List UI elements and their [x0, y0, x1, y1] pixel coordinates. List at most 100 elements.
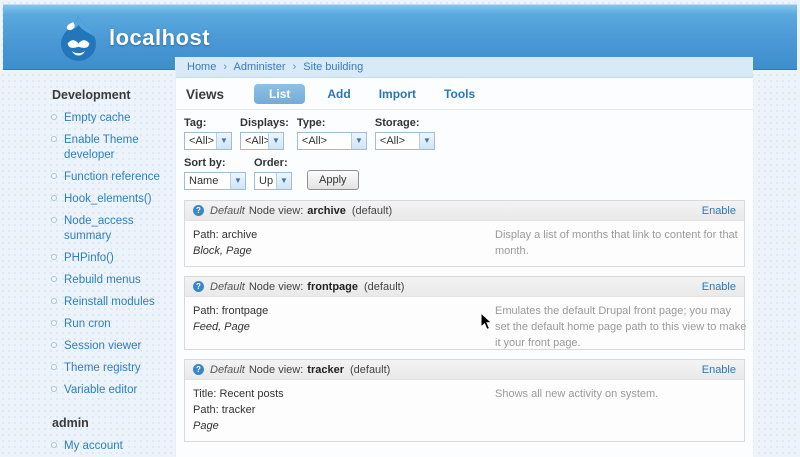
help-icon[interactable]: ?	[193, 364, 204, 375]
view-kind: Node view:	[248, 363, 304, 376]
filter-type-label: Type:	[296, 117, 326, 129]
filter-tag-value: <All>	[189, 135, 215, 147]
views-filters: Tag: <All> ▼ Displays: <All> ▼ Type: <All>…	[176, 110, 753, 200]
content-panel: Home › Administer › Site building Views …	[175, 57, 753, 457]
sidebar-item-theme-registry[interactable]: Theme registry	[38, 361, 176, 376]
view-row-archive: ? Default Node view: archive (default) E…	[184, 200, 745, 267]
tab-add[interactable]: Add	[327, 87, 350, 101]
sidebar-item-label: PHPinfo()	[64, 252, 114, 264]
sidebar-item-variable-editor[interactable]: Variable editor	[38, 383, 176, 398]
sidebar-section-development: Development	[52, 88, 131, 102]
tab-tools[interactable]: Tools	[444, 87, 475, 101]
bullet-icon	[51, 217, 57, 223]
sidebar-item-my-account[interactable]: My account	[38, 439, 176, 454]
sidebar-item-label: Session viewer	[64, 340, 142, 352]
view-description: Emulates the default Drupal front page; …	[495, 305, 747, 349]
filter-order-value: Up	[259, 175, 274, 187]
filter-displays: Displays: <All> ▼	[240, 117, 289, 150]
help-icon[interactable]: ?	[193, 281, 204, 292]
bullet-icon	[51, 364, 57, 370]
sidebar-item-label: Variable editor	[64, 384, 138, 396]
chevron-down-icon: ▼	[276, 173, 291, 189]
view-default-badge: (default)	[351, 204, 393, 217]
sidebar-item-label: Node_access summary	[64, 215, 134, 242]
sidebar: Development Empty cache Enable Theme dev…	[0, 70, 175, 457]
sidebar-item-rebuild-menus[interactable]: Rebuild menus	[38, 273, 176, 288]
page-title: Views	[186, 86, 225, 102]
sidebar-item-node-access-summary[interactable]: Node_access summary	[38, 214, 176, 244]
filter-storage: Storage: <All> ▼	[374, 117, 435, 150]
view-row-body: Path: frontpage Feed, Page Emulates the …	[185, 297, 747, 349]
chevron-down-icon: ▼	[216, 133, 231, 149]
sidebar-item-label: Hook_elements()	[64, 193, 152, 205]
enable-link[interactable]: Enable	[702, 205, 736, 217]
filter-tag-select[interactable]: <All> ▼	[184, 132, 232, 150]
sidebar-item-reinstall-modules[interactable]: Reinstall modules	[38, 295, 176, 310]
filter-type: Type: <All> ▼	[296, 117, 367, 150]
enable-link[interactable]: Enable	[702, 364, 736, 376]
sidebar-item-label: Empty cache	[64, 112, 131, 124]
chevron-down-icon: ▼	[418, 133, 434, 149]
filter-displays-select[interactable]: <All> ▼	[240, 132, 284, 150]
filter-tag: Tag: <All> ▼	[184, 117, 232, 150]
bullet-icon	[51, 173, 57, 179]
filter-storage-label: Storage:	[374, 117, 420, 129]
view-type: Default	[210, 280, 245, 293]
sidebar-item-label: Enable Theme developer	[64, 134, 139, 161]
sidebar-item-hook-elements[interactable]: Hook_elements()	[38, 192, 176, 207]
breadcrumb-separator: ›	[223, 61, 228, 73]
sidebar-item-session-viewer[interactable]: Session viewer	[38, 339, 176, 354]
breadcrumb-administer[interactable]: Administer	[234, 61, 286, 73]
bullet-icon	[51, 195, 57, 201]
filter-type-select[interactable]: <All> ▼	[296, 132, 367, 150]
view-name: frontpage	[307, 280, 359, 293]
enable-link[interactable]: Enable	[702, 281, 736, 293]
breadcrumb: Home › Administer › Site building	[176, 57, 753, 78]
sidebar-item-run-cron[interactable]: Run cron	[38, 317, 176, 332]
page-header: Views List Add Import Tools	[176, 78, 753, 110]
sidebar-item-label: Reinstall modules	[64, 296, 155, 308]
view-row-header: ? Default Node view: archive (default) E…	[185, 201, 744, 221]
breadcrumb-site-building[interactable]: Site building	[303, 61, 363, 73]
view-row-tracker: ? Default Node view: tracker (default) E…	[184, 359, 745, 442]
view-name: archive	[307, 204, 346, 217]
filter-sort-by-value: Name	[189, 175, 219, 187]
view-name: tracker	[307, 363, 344, 376]
tab-import[interactable]: Import	[379, 87, 416, 101]
view-displays: Page	[193, 420, 219, 432]
filter-order: Order: Up ▼	[254, 157, 292, 190]
view-row-body: Title: Recent posts Path: tracker Page S…	[185, 380, 744, 441]
help-icon[interactable]: ?	[193, 205, 204, 216]
view-type: Default	[210, 363, 245, 376]
sidebar-item-label: Run cron	[64, 318, 111, 330]
view-description: Shows all new activity on system.	[495, 388, 659, 400]
filter-order-select[interactable]: Up ▼	[254, 172, 292, 190]
bullet-icon	[51, 386, 57, 392]
apply-button[interactable]: Apply	[307, 170, 359, 190]
filter-sort-by-label: Sort by:	[184, 157, 226, 169]
sidebar-item-empty-cache[interactable]: Empty cache	[38, 111, 176, 126]
filter-order-label: Order:	[254, 157, 288, 169]
sidebar-item-phpinfo[interactable]: PHPinfo()	[38, 251, 176, 266]
sidebar-item-enable-theme-developer[interactable]: Enable Theme developer	[38, 133, 176, 163]
sidebar-item-label: Rebuild menus	[64, 274, 141, 286]
filter-sort-by-select[interactable]: Name ▼	[184, 172, 246, 190]
filter-storage-value: <All>	[379, 135, 405, 147]
filter-storage-select[interactable]: <All> ▼	[374, 132, 435, 150]
tab-list[interactable]: List	[254, 84, 306, 104]
breadcrumb-home[interactable]: Home	[187, 61, 216, 73]
view-row-frontpage: ? Default Node view: frontpage (default)…	[184, 276, 747, 350]
chevron-down-icon: ▼	[268, 133, 283, 149]
view-path: Path: tracker	[193, 404, 256, 416]
view-kind: Node view:	[248, 280, 304, 293]
site-title: localhost	[109, 25, 211, 50]
sidebar-item-label: Theme registry	[64, 362, 141, 374]
view-type: Default	[210, 204, 245, 217]
filter-sort-by: Sort by: Name ▼	[184, 157, 246, 190]
filter-displays-label: Displays:	[240, 117, 289, 129]
sidebar-item-function-reference[interactable]: Function reference	[38, 170, 176, 185]
view-default-badge: (default)	[349, 363, 391, 376]
sidebar-item-label: Function reference	[64, 171, 160, 183]
view-row-body: Path: archive Block, Page Display a list…	[185, 221, 744, 266]
bullet-icon	[51, 442, 57, 448]
